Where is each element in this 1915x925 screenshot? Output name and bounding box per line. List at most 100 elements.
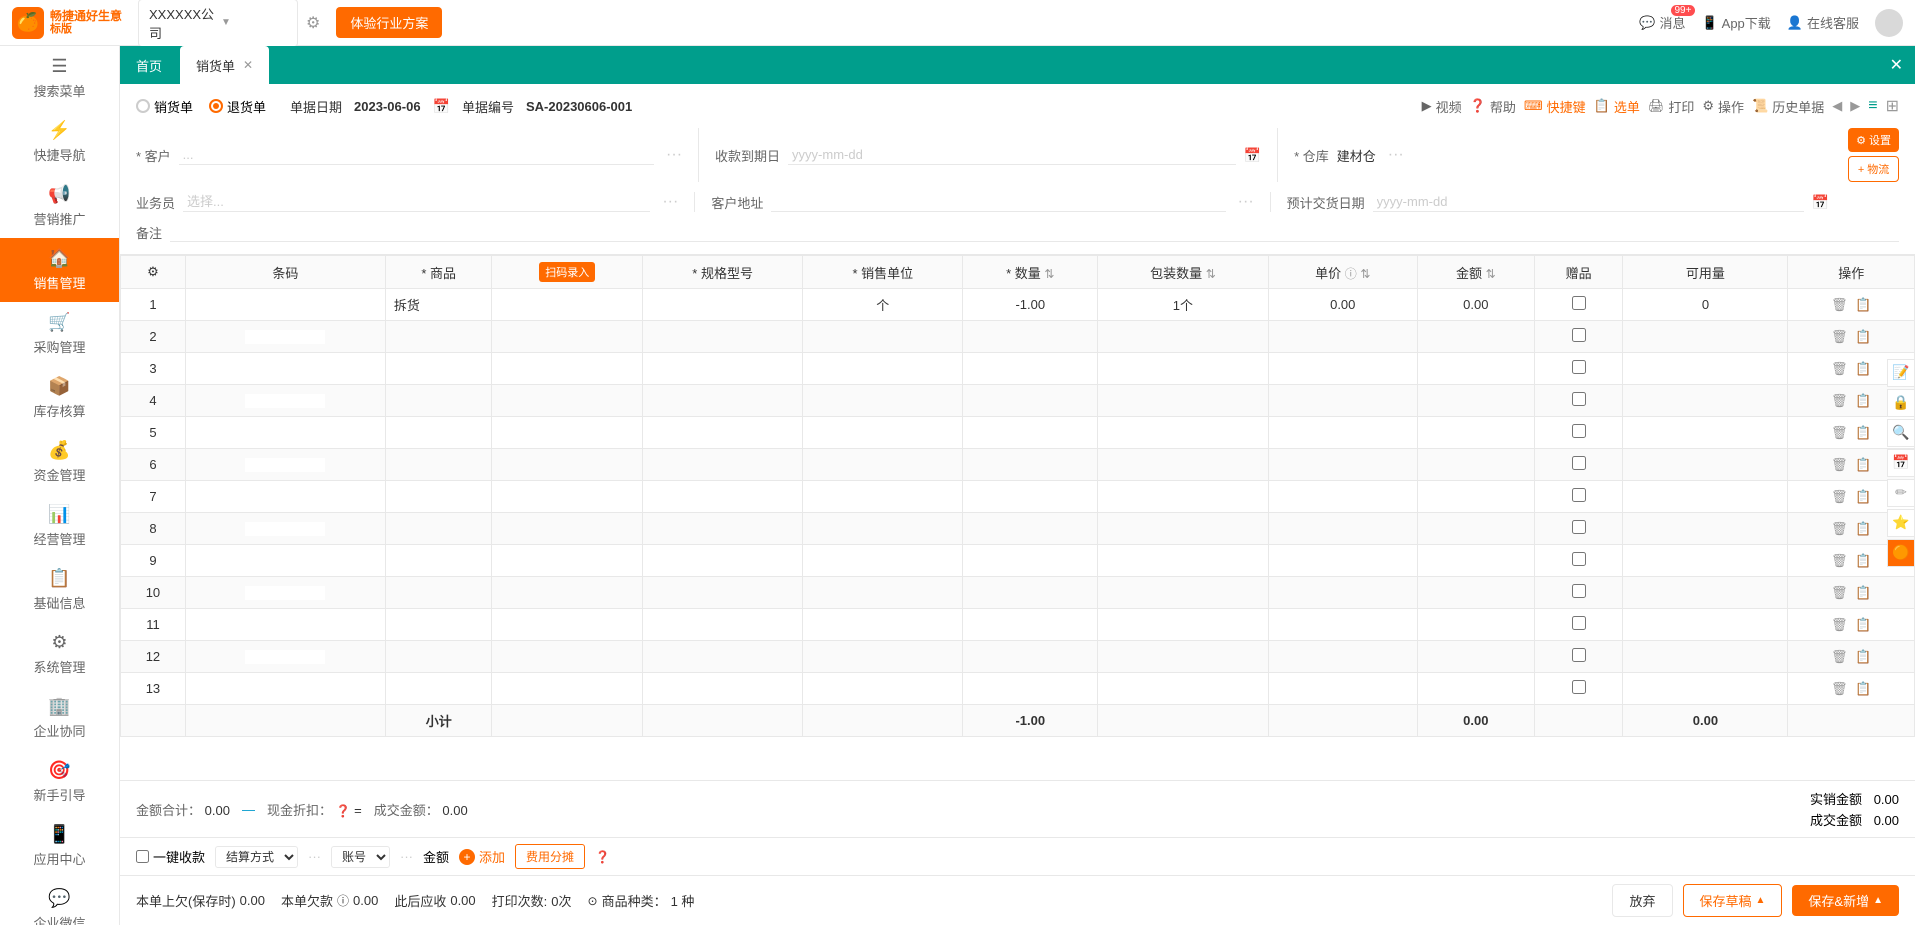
- row-product[interactable]: [385, 417, 492, 449]
- amount-sort-icon[interactable]: ⇅: [1486, 267, 1496, 281]
- save-draft-button[interactable]: 保存草稿 ▲: [1683, 884, 1783, 917]
- sidebar-item-purchase-mgmt[interactable]: 🛒 采购管理: [0, 302, 119, 366]
- history-button[interactable]: 📜 历史单据: [1752, 97, 1824, 116]
- sidebar-item-sales-mgmt[interactable]: 🏠 销售管理: [0, 238, 119, 302]
- row-qty[interactable]: [963, 449, 1098, 481]
- sidebar-item-quick-nav[interactable]: ⚡ 快捷导航: [0, 110, 119, 174]
- message-button[interactable]: 💬 消息 99+: [1639, 13, 1685, 32]
- delete-row-icon[interactable]: 🗑: [1831, 393, 1848, 408]
- sidebar-item-new-guide[interactable]: 🎯 新手引导: [0, 750, 119, 814]
- row-barcode[interactable]: [185, 577, 385, 609]
- side-icon-1[interactable]: 📝: [1887, 359, 1915, 387]
- row-barcode[interactable]: [185, 417, 385, 449]
- settings-right-button[interactable]: ⚙ 设置: [1848, 128, 1899, 152]
- row-qty[interactable]: [963, 513, 1098, 545]
- row-barcode[interactable]: [185, 641, 385, 673]
- row-qty[interactable]: [963, 673, 1098, 705]
- app-download-button[interactable]: 📱 App下载: [1701, 13, 1770, 32]
- row-gift[interactable]: [1534, 449, 1623, 481]
- sidebar-item-corp-wechat[interactable]: 💬 企业微信: [0, 878, 119, 925]
- row-qty[interactable]: [963, 641, 1098, 673]
- price-sort-icon[interactable]: ⇅: [1360, 267, 1370, 281]
- row-spec[interactable]: [643, 449, 803, 481]
- row-product[interactable]: [385, 353, 492, 385]
- row-gift[interactable]: [1534, 321, 1623, 353]
- row-qty[interactable]: [963, 609, 1098, 641]
- expense-split-button[interactable]: 费用分摊: [515, 844, 585, 869]
- company-selector[interactable]: XXXXXX公司 ▼: [138, 0, 298, 47]
- row-spec[interactable]: [643, 673, 803, 705]
- expected-date-input[interactable]: [1373, 192, 1804, 212]
- row-qty[interactable]: -1.00: [963, 289, 1098, 321]
- help-button[interactable]: ❓ 帮助: [1470, 97, 1516, 116]
- row-price[interactable]: [1268, 353, 1417, 385]
- row-price[interactable]: [1268, 609, 1417, 641]
- delete-row-icon[interactable]: 🗑: [1831, 329, 1848, 344]
- side-icon-6[interactable]: ⭐: [1887, 509, 1915, 537]
- tab-home[interactable]: 首页: [120, 46, 178, 84]
- payment-method-select[interactable]: 结算方式: [215, 846, 298, 868]
- row-product[interactable]: [385, 673, 492, 705]
- radio-sales[interactable]: 销货单: [136, 97, 193, 116]
- row-product[interactable]: [385, 385, 492, 417]
- copy-row-icon[interactable]: 📋: [1855, 681, 1871, 696]
- scan-button[interactable]: 扫码录入: [539, 262, 595, 282]
- due-date-input[interactable]: [788, 145, 1236, 165]
- sidebar-item-app-center[interactable]: 📱 应用中心: [0, 814, 119, 878]
- payment-account-select[interactable]: 账号: [331, 846, 390, 868]
- row-spec[interactable]: [643, 545, 803, 577]
- row-gift[interactable]: [1534, 673, 1623, 705]
- row-product[interactable]: 拆货: [385, 289, 492, 321]
- discard-button[interactable]: 放弃: [1612, 884, 1672, 917]
- row-gift[interactable]: [1534, 641, 1623, 673]
- row-barcode[interactable]: [185, 321, 385, 353]
- row-spec[interactable]: [643, 481, 803, 513]
- row-product[interactable]: [385, 577, 492, 609]
- side-icon-3[interactable]: 🔍: [1887, 419, 1915, 447]
- row-barcode[interactable]: [185, 481, 385, 513]
- delete-row-icon[interactable]: 🗑: [1831, 585, 1848, 600]
- row-product[interactable]: [385, 513, 492, 545]
- copy-row-icon[interactable]: 📋: [1855, 361, 1871, 376]
- copy-row-icon[interactable]: 📋: [1855, 425, 1871, 440]
- side-icon-4[interactable]: 📅: [1887, 449, 1915, 477]
- sidebar-item-enterprise[interactable]: 🏢 企业协同: [0, 686, 119, 750]
- copy-row-icon[interactable]: 📋: [1855, 329, 1871, 344]
- row-gift[interactable]: [1534, 577, 1623, 609]
- sidebar-item-marketing[interactable]: 📢 营销推广: [0, 174, 119, 238]
- side-icon-5[interactable]: ✏: [1887, 479, 1915, 507]
- price-info-icon[interactable]: ⓘ: [1345, 267, 1357, 281]
- delete-row-icon[interactable]: 🗑: [1831, 521, 1848, 536]
- qty-sort-icon[interactable]: ⇅: [1044, 267, 1054, 281]
- experience-button[interactable]: 体验行业方案: [336, 7, 442, 38]
- row-qty[interactable]: [963, 577, 1098, 609]
- settings-icon[interactable]: ⚙: [298, 9, 328, 37]
- cash-discount-info-icon[interactable]: ❓: [336, 804, 351, 818]
- sidebar-item-ops-mgmt[interactable]: 📊 经营管理: [0, 494, 119, 558]
- row-price[interactable]: [1268, 513, 1417, 545]
- col-settings[interactable]: ⚙: [121, 256, 186, 289]
- online-service-button[interactable]: 👤 在线客服: [1787, 13, 1859, 32]
- tab-close-all-icon[interactable]: ✕: [1890, 55, 1903, 75]
- row-barcode[interactable]: [185, 449, 385, 481]
- print-button[interactable]: 🖨 打印: [1648, 97, 1695, 116]
- row-barcode[interactable]: [185, 353, 385, 385]
- row-price[interactable]: [1268, 577, 1417, 609]
- tab-close-icon[interactable]: ✕: [243, 58, 253, 72]
- expense-info-icon[interactable]: ❓: [595, 850, 610, 864]
- sidebar-item-stock[interactable]: 📦 库存核算: [0, 366, 119, 430]
- row-price[interactable]: [1268, 673, 1417, 705]
- row-barcode[interactable]: [185, 673, 385, 705]
- sidebar-item-system-mgmt[interactable]: ⚙ 系统管理: [0, 622, 119, 686]
- side-icon-7[interactable]: 🟠: [1887, 539, 1915, 567]
- copy-row-icon[interactable]: 📋: [1855, 393, 1871, 408]
- copy-row-icon[interactable]: 📋: [1855, 489, 1871, 504]
- delete-row-icon[interactable]: 🗑: [1831, 457, 1848, 472]
- row-price[interactable]: [1268, 321, 1417, 353]
- row-spec[interactable]: [643, 609, 803, 641]
- delete-row-icon[interactable]: 🗑: [1831, 681, 1848, 696]
- row-spec[interactable]: [643, 289, 803, 321]
- pkgqty-sort-icon[interactable]: ⇅: [1206, 267, 1216, 281]
- row-price[interactable]: [1268, 417, 1417, 449]
- row-qty[interactable]: [963, 545, 1098, 577]
